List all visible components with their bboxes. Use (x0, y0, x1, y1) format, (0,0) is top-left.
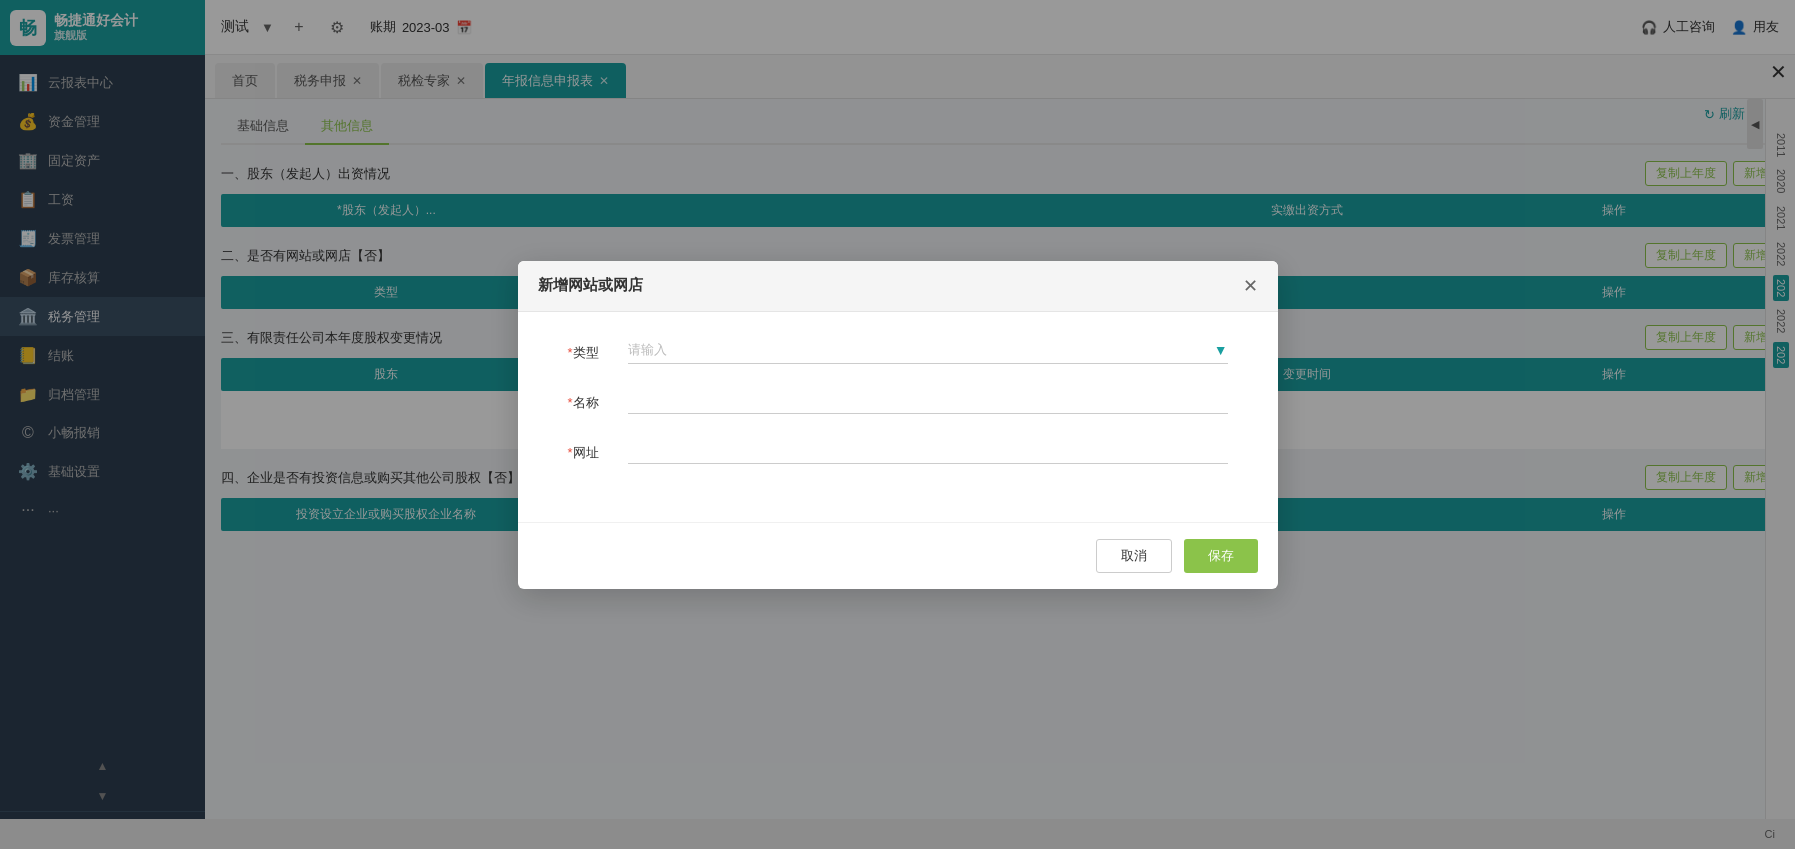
url-input[interactable] (628, 442, 1228, 457)
name-input-wrap (628, 392, 1228, 414)
type-label: *类型 (568, 344, 628, 362)
dialog-body: *类型 ▼ *名称 *网址 (518, 312, 1278, 522)
url-label: *网址 (568, 444, 628, 462)
dialog-footer: 取消 保存 (518, 522, 1278, 589)
dialog-header: 新增网站或网店 ✕ (518, 261, 1278, 312)
type-input[interactable] (628, 342, 1228, 357)
name-input[interactable] (628, 392, 1228, 407)
required-star: * (568, 345, 573, 360)
type-dropdown-icon[interactable]: ▼ (1214, 342, 1228, 358)
form-row-url: *网址 (568, 442, 1228, 464)
required-star-name: * (568, 395, 573, 410)
save-button[interactable]: 保存 (1184, 539, 1258, 573)
required-star-url: * (568, 445, 573, 460)
modal-overlay: 新增网站或网店 ✕ *类型 ▼ *名称 (0, 0, 1795, 849)
dialog-title: 新增网站或网店 (538, 276, 643, 295)
form-row-name: *名称 (568, 392, 1228, 414)
name-label: *名称 (568, 394, 628, 412)
form-row-type: *类型 ▼ (568, 342, 1228, 364)
url-input-wrap (628, 442, 1228, 464)
dialog-close-button[interactable]: ✕ (1243, 275, 1258, 297)
cancel-button[interactable]: 取消 (1096, 539, 1172, 573)
type-input-wrap: ▼ (628, 342, 1228, 364)
add-website-dialog: 新增网站或网店 ✕ *类型 ▼ *名称 (518, 261, 1278, 589)
